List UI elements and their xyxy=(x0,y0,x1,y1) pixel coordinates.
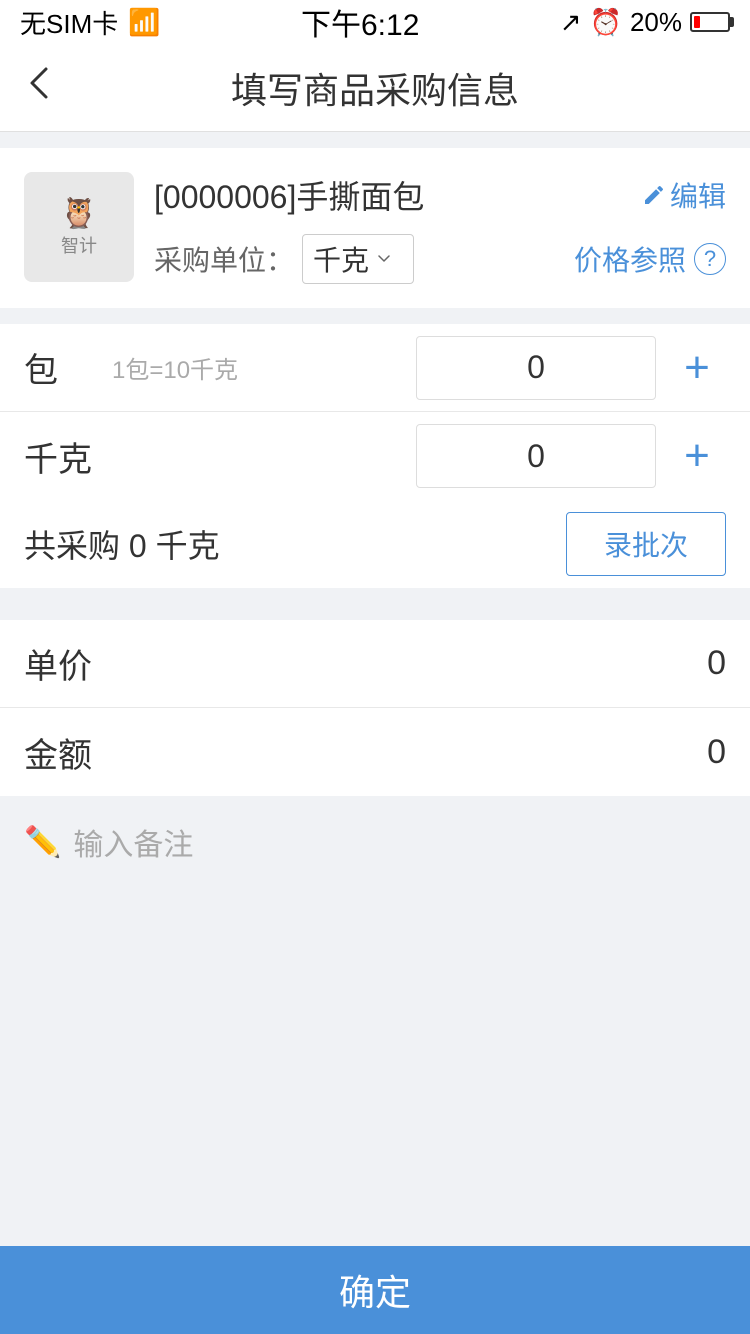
product-info: [0000006]手撕面包 编辑 采购单位： 千克 xyxy=(154,172,726,284)
page-title: 填写商品采购信息 xyxy=(231,62,519,114)
product-card: 🦉 智计 [0000006]手撕面包 编辑 采购单位： 千克 xyxy=(0,148,750,308)
alarm-icon: ⏰ xyxy=(590,7,622,38)
carrier-label: 无SIM卡 xyxy=(20,4,118,41)
pack-number-input[interactable]: 0 xyxy=(416,336,656,400)
total-section: 共采购 0 千克 录批次 xyxy=(0,500,750,588)
pack-plus-button[interactable]: + xyxy=(668,339,726,397)
pack-input-row: 包 1包=10千克 0 + xyxy=(0,324,750,412)
kg-number-input[interactable]: 0 xyxy=(416,424,656,488)
price-section: 单价 0 金额 0 xyxy=(0,620,750,796)
confirm-button[interactable]: 确定 xyxy=(0,1246,750,1334)
status-left: 无SIM卡 📶 xyxy=(20,4,161,41)
kg-field-wrapper: 0 + xyxy=(104,424,726,488)
amount-row: 金额 0 xyxy=(0,708,750,796)
status-right: ↗ ⏰ 20% xyxy=(560,7,730,38)
unit-select[interactable]: 千克 xyxy=(302,234,414,284)
content-area xyxy=(0,888,750,1208)
page-header: 填写商品采购信息 xyxy=(0,44,750,132)
kg-input-row: 千克 0 + xyxy=(0,412,750,500)
amount-label: 金额 xyxy=(24,728,92,777)
price-ref-link[interactable]: 价格参照 ? xyxy=(574,239,726,279)
batch-button[interactable]: 录批次 xyxy=(566,512,726,576)
note-placeholder: 输入备注 xyxy=(73,820,193,864)
status-bar: 无SIM卡 📶 下午6:12 ↗ ⏰ 20% xyxy=(0,0,750,44)
section-divider-1 xyxy=(0,308,750,324)
product-name-row: [0000006]手撕面包 编辑 xyxy=(154,172,726,218)
location-icon: ↗ xyxy=(560,7,582,38)
wifi-icon: 📶 xyxy=(128,7,160,38)
status-time: 下午6:12 xyxy=(301,0,419,44)
input-section: 包 1包=10千克 0 + 千克 0 + xyxy=(0,324,750,500)
pack-field-wrapper: 0 + xyxy=(238,336,726,400)
pack-sublabel: 1包=10千克 xyxy=(112,350,238,385)
note-section[interactable]: ✏️ 输入备注 xyxy=(0,796,750,888)
battery-icon xyxy=(690,12,730,32)
total-label: 共采购 0 千克 xyxy=(24,521,220,567)
back-button[interactable] xyxy=(24,61,52,115)
pack-label: 包 xyxy=(24,343,104,392)
product-name: [0000006]手撕面包 xyxy=(154,172,424,218)
unit-price-label: 单价 xyxy=(24,639,92,688)
amount-value: 0 xyxy=(707,733,726,772)
purchase-unit-row: 采购单位： 千克 价格参照 ? xyxy=(154,234,726,284)
section-divider-2 xyxy=(0,588,750,604)
unit-price-row: 单价 0 xyxy=(0,620,750,708)
unit-price-value: 0 xyxy=(707,644,726,683)
unit-label: 采购单位： xyxy=(154,239,294,279)
help-icon: ? xyxy=(694,243,726,275)
kg-label: 千克 xyxy=(24,432,104,481)
edit-link[interactable]: 编辑 xyxy=(642,175,726,215)
pencil-icon: ✏️ xyxy=(24,825,61,860)
battery-percent: 20% xyxy=(630,7,682,38)
kg-plus-button[interactable]: + xyxy=(668,427,726,485)
product-image: 🦉 智计 xyxy=(24,172,134,282)
